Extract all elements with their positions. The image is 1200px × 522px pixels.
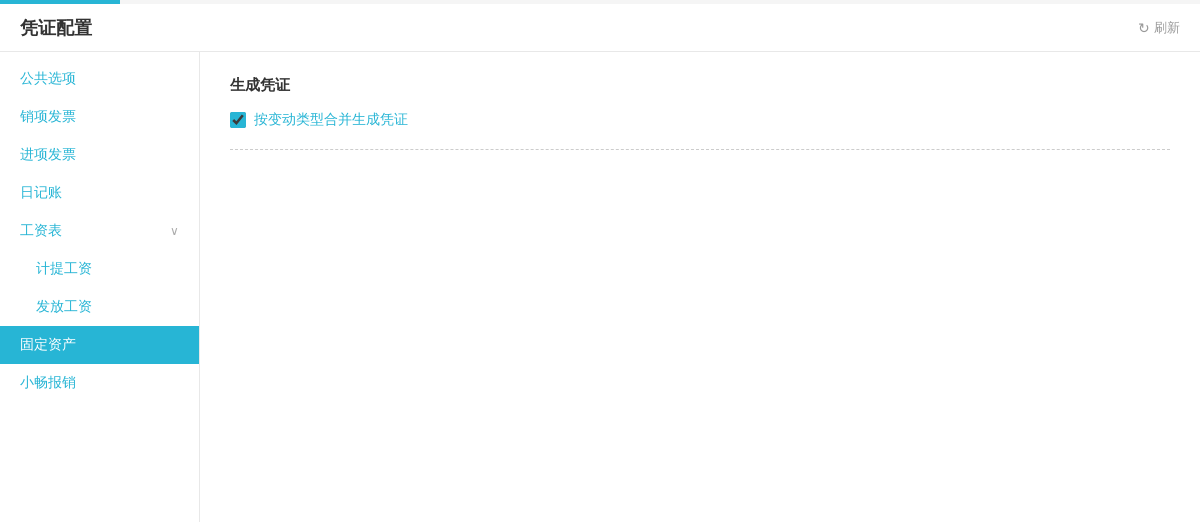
- main-layout: 公共选项 销项发票 进项发票 日记账 工资表 ∨ 计提工资 发放工资: [0, 52, 1200, 522]
- content-area: 生成凭证 按变动类型合并生成凭证: [200, 52, 1200, 522]
- sidebar-item-label: 发放工资: [36, 298, 92, 316]
- sidebar-item-label: 日记账: [20, 184, 62, 202]
- sidebar-item-fixed-assets[interactable]: 固定资产: [0, 326, 199, 364]
- page-header: 凭证配置 ↻ 刷新: [0, 4, 1200, 52]
- sidebar-item-label: 工资表: [20, 222, 62, 240]
- sidebar-item-label: 固定资产: [20, 336, 76, 354]
- sidebar-item-label: 公共选项: [20, 70, 76, 88]
- merge-checkbox-label[interactable]: 按变动类型合并生成凭证: [254, 111, 408, 129]
- page-title: 凭证配置: [20, 16, 92, 40]
- sidebar-item-label: 计提工资: [36, 260, 92, 278]
- sidebar-item-public[interactable]: 公共选项: [0, 60, 199, 98]
- merge-checkbox[interactable]: [230, 112, 246, 128]
- refresh-label: 刷新: [1154, 19, 1180, 37]
- sidebar-item-distribute[interactable]: 发放工资: [0, 288, 199, 326]
- top-bar: [0, 0, 1200, 4]
- sidebar-item-label: 进项发票: [20, 146, 76, 164]
- sidebar-item-label: 小畅报销: [20, 374, 76, 392]
- refresh-button[interactable]: ↻ 刷新: [1138, 19, 1180, 37]
- sidebar-item-payroll[interactable]: 工资表 ∨: [0, 212, 199, 250]
- sidebar-item-purchase-invoice[interactable]: 进项发票: [0, 136, 199, 174]
- sidebar: 公共选项 销项发票 进项发票 日记账 工资表 ∨ 计提工资 发放工资: [0, 52, 200, 522]
- page-container: 凭证配置 ↻ 刷新 公共选项 销项发票 进项发票 日记账 工资表 ∨: [0, 0, 1200, 522]
- chevron-down-icon: ∨: [170, 224, 179, 238]
- section-title: 生成凭证: [230, 76, 1170, 95]
- refresh-icon: ↻: [1138, 20, 1150, 36]
- top-bar-active: [0, 0, 120, 4]
- sidebar-item-label: 销项发票: [20, 108, 76, 126]
- sidebar-item-accrual[interactable]: 计提工资: [0, 250, 199, 288]
- sidebar-item-sales-invoice[interactable]: 销项发票: [0, 98, 199, 136]
- sidebar-item-journal[interactable]: 日记账: [0, 174, 199, 212]
- sidebar-item-expense[interactable]: 小畅报销: [0, 364, 199, 402]
- section-divider: [230, 149, 1170, 150]
- checkbox-row: 按变动类型合并生成凭证: [230, 111, 1170, 129]
